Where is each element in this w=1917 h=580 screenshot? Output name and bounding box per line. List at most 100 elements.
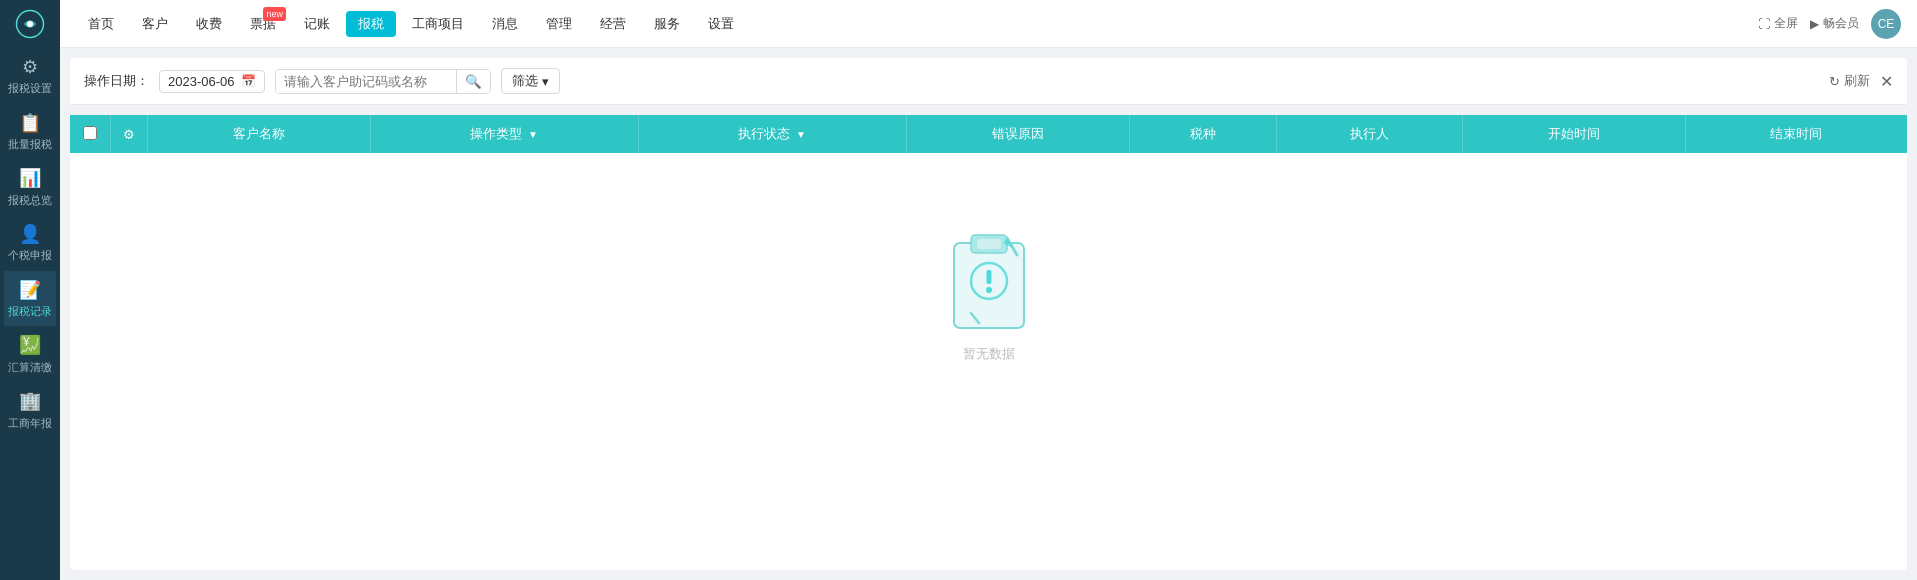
tax-summary-icon: 📊	[19, 167, 41, 190]
nav-items: 首页 客户 收费 票据new 记账 报税 工商项目 消息 管理 经营 服务 设置	[76, 11, 1758, 37]
calendar-icon: 📅	[241, 74, 256, 88]
chevron-down-icon: ▾	[542, 74, 549, 89]
settings-icon[interactable]: ⚙	[123, 127, 135, 142]
avatar[interactable]: CE	[1871, 9, 1901, 39]
sidebar-item-label: 报税记录	[8, 304, 52, 318]
nav-label: 报税	[358, 16, 384, 31]
table-header-row: ⚙ 客户名称操作类型 ▼执行状态 ▼错误原因税种执行人开始时间结束时间	[70, 115, 1907, 153]
nav-item-tax[interactable]: 报税	[346, 11, 396, 37]
date-input[interactable]: 2023-06-06 📅	[159, 70, 265, 93]
sidebar-item-tax-settings[interactable]: ⚙ 报税设置	[4, 48, 56, 104]
sidebar-item-label: 报税设置	[8, 81, 52, 95]
sidebar-item-personal-tax[interactable]: 👤 个税申报	[4, 215, 56, 271]
refresh-label: 刷新	[1844, 72, 1870, 90]
member-button[interactable]: ▶ 畅会员	[1810, 15, 1859, 32]
sidebar-item-label: 报税总览	[8, 193, 52, 207]
records-table: ⚙ 客户名称操作类型 ▼执行状态 ▼错误原因税种执行人开始时间结束时间	[70, 115, 1907, 423]
sidebar: ⚙ 报税设置 📋 批量报税 📊 报税总览 👤 个税申报 📝 报税记录 💹汇算清缴 🏢 工商年报	[0, 0, 60, 580]
sidebar-item-label: 个税申报	[8, 248, 52, 262]
sidebar-item-tax-records[interactable]: 📝 报税记录	[4, 271, 56, 327]
nav-label: 首页	[88, 16, 114, 31]
toolbar: 操作日期： 2023-06-06 📅 🔍 筛选 ▾ ↻ 刷新 ✕	[70, 58, 1907, 105]
nav-item-customer[interactable]: 客户	[130, 11, 180, 37]
select-all-checkbox[interactable]	[83, 126, 97, 140]
nav-label: 消息	[492, 16, 518, 31]
refresh-icon: ↻	[1829, 74, 1840, 89]
search-input[interactable]	[276, 70, 456, 93]
nav-label: 客户	[142, 16, 168, 31]
nav-label: 工商项目	[412, 16, 464, 31]
nav-item-bizproject[interactable]: 工商项目	[400, 11, 476, 37]
table-container: ⚙ 客户名称操作类型 ▼执行状态 ▼错误原因税种执行人开始时间结束时间	[70, 115, 1907, 570]
svg-rect-4	[977, 239, 1001, 249]
th-exec_status: 执行状态 ▼	[638, 115, 906, 153]
page-content: 操作日期： 2023-06-06 📅 🔍 筛选 ▾ ↻ 刷新 ✕	[60, 48, 1917, 580]
nav-item-billing[interactable]: 收费	[184, 11, 234, 37]
nav-label: 记账	[304, 16, 330, 31]
search-box: 🔍	[275, 69, 491, 94]
nav-item-accounting[interactable]: 记账	[292, 11, 342, 37]
settlement-icon: 💹	[19, 334, 41, 357]
search-button[interactable]: 🔍	[456, 70, 490, 93]
nav-label: 经营	[600, 16, 626, 31]
sort-icon: ▼	[528, 129, 538, 140]
th-customer_name: 客户名称	[147, 115, 370, 153]
member-icon: ▶	[1810, 17, 1819, 31]
svg-point-1	[27, 21, 33, 27]
nav-item-home[interactable]: 首页	[76, 11, 126, 37]
main-content: 首页 客户 收费 票据new 记账 报税 工商项目 消息 管理 经营 服务 设置 ⛶ 全屏 ▶ 畅会员…	[60, 0, 1917, 580]
sidebar-item-label: 工商年报	[8, 416, 52, 430]
nav-label: 设置	[708, 16, 734, 31]
sidebar-item-tax-summary[interactable]: 📊 报税总览	[4, 159, 56, 215]
tax-records-icon: 📝	[19, 279, 41, 302]
empty-illustration	[929, 213, 1049, 333]
svg-point-7	[986, 287, 992, 293]
annual-report-icon: 🏢	[19, 390, 41, 413]
filter-label: 筛选	[512, 72, 538, 90]
nav-item-operation[interactable]: 经营	[588, 11, 638, 37]
personal-tax-icon: 👤	[19, 223, 41, 246]
nav-item-manage[interactable]: 管理	[534, 11, 584, 37]
filter-button[interactable]: 筛选 ▾	[501, 68, 560, 94]
refresh-button[interactable]: ↻ 刷新	[1829, 72, 1870, 90]
th-gear: ⚙	[110, 115, 147, 153]
nav-label: 收费	[196, 16, 222, 31]
date-value: 2023-06-06	[168, 74, 235, 89]
empty-text: 暂无数据	[963, 345, 1015, 363]
sidebar-item-label: 批量报税	[8, 137, 52, 151]
close-button[interactable]: ✕	[1880, 72, 1893, 91]
new-badge: new	[263, 7, 286, 21]
th-operation_type: 操作类型 ▼	[370, 115, 638, 153]
th-tax_type: 税种	[1129, 115, 1277, 153]
sidebar-item-annual-report[interactable]: 🏢 工商年报	[4, 382, 56, 438]
fullscreen-button[interactable]: ⛶ 全屏	[1758, 15, 1798, 32]
empty-row: 暂无数据	[70, 153, 1907, 423]
nav-item-messages[interactable]: 消息	[480, 11, 530, 37]
batch-tax-icon: 📋	[19, 112, 41, 135]
th-executor: 执行人	[1277, 115, 1462, 153]
th-checkbox[interactable]	[70, 115, 110, 153]
nav-label: 管理	[546, 16, 572, 31]
search-icon: 🔍	[465, 74, 482, 89]
nav-label: 服务	[654, 16, 680, 31]
nav-item-service[interactable]: 服务	[642, 11, 692, 37]
empty-state: 暂无数据	[70, 153, 1907, 423]
th-end_time: 结束时间	[1685, 115, 1907, 153]
fullscreen-label: 全屏	[1774, 15, 1798, 32]
nav-item-invoice[interactable]: 票据new	[238, 11, 288, 37]
sidebar-item-settlement[interactable]: 💹汇算清缴	[4, 326, 56, 382]
svg-rect-6	[986, 270, 991, 284]
th-error_reason: 错误原因	[906, 115, 1129, 153]
svg-rect-2	[954, 243, 1024, 328]
top-navigation: 首页 客户 收费 票据new 记账 报税 工商项目 消息 管理 经营 服务 设置 ⛶ 全屏 ▶ 畅会员…	[60, 0, 1917, 48]
sort-icon: ▼	[796, 129, 806, 140]
toolbar-right: ↻ 刷新 ✕	[1829, 72, 1893, 91]
tax-settings-icon: ⚙	[22, 56, 38, 79]
sidebar-item-batch-tax[interactable]: 📋 批量报税	[4, 104, 56, 160]
date-label: 操作日期：	[84, 72, 149, 90]
fullscreen-icon: ⛶	[1758, 17, 1770, 31]
member-label: 畅会员	[1823, 15, 1859, 32]
nav-item-settings[interactable]: 设置	[696, 11, 746, 37]
topnav-right: ⛶ 全屏 ▶ 畅会员 CE	[1758, 9, 1901, 39]
th-start_time: 开始时间	[1462, 115, 1685, 153]
